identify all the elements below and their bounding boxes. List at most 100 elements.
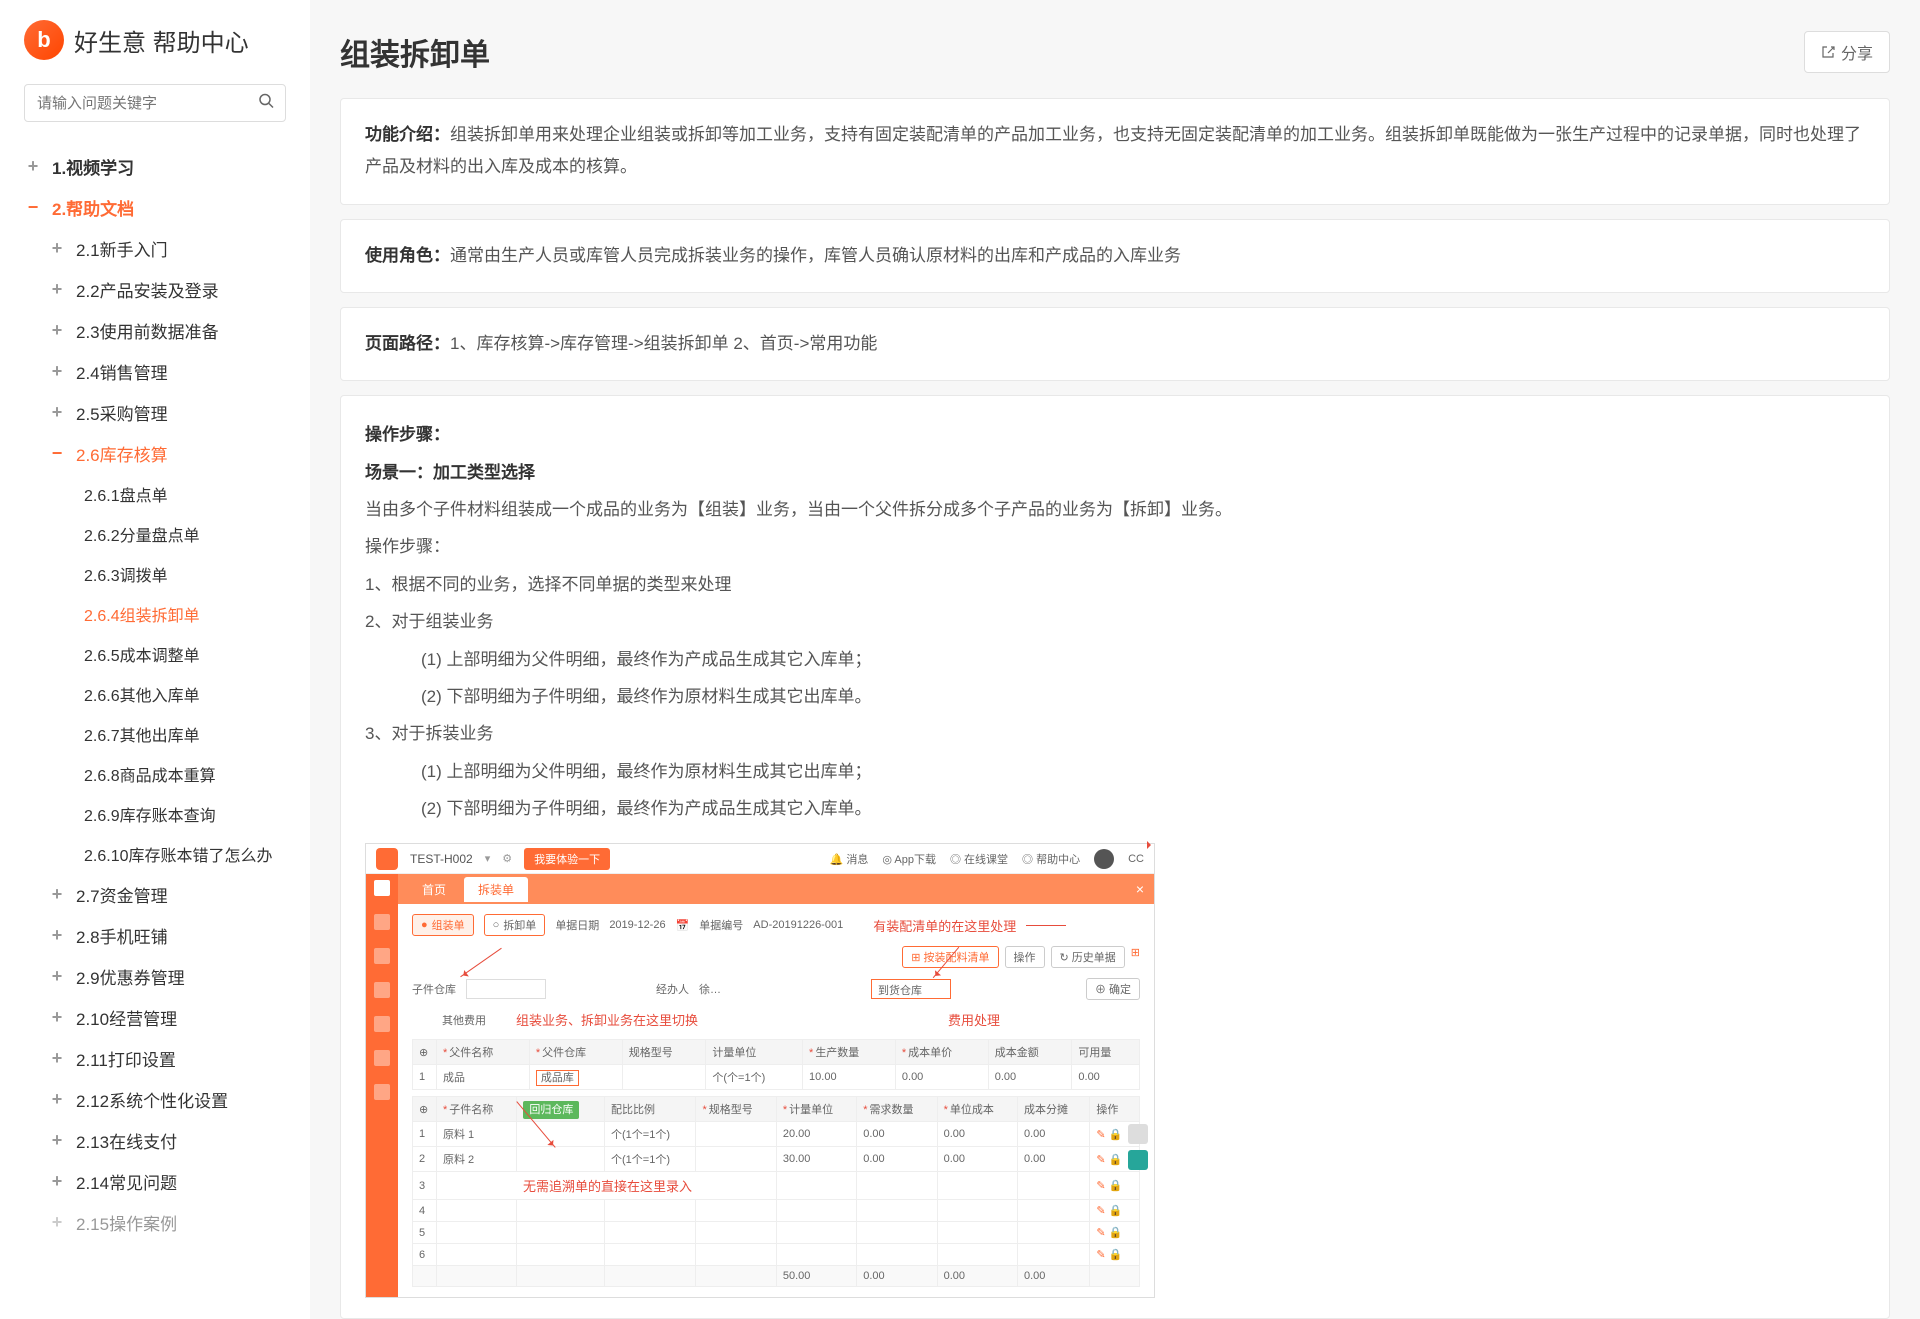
op-label: 操作步骤： <box>365 528 1865 565</box>
nav-2-13[interactable]: 2.13在线支付 <box>24 1120 286 1161</box>
share-icon <box>1821 45 1835 59</box>
plus-icon <box>48 1173 66 1191</box>
nav-2-6-2[interactable]: 2.6.2分量盘点单 <box>24 514 286 554</box>
table-row: 1原料 1个(1个=1个)20.000.000.000.00✎ 🔒 <box>413 1122 1140 1147</box>
search-input[interactable] <box>24 84 286 122</box>
ss-towh-input: 到货仓库 <box>871 979 951 999</box>
lock-icon: 🔒 <box>1109 1129 1123 1141</box>
nav-video[interactable]: 1.视频学习 <box>24 146 286 187</box>
nav-label: 2.6.10库存账本错了怎么办 <box>84 842 273 866</box>
th-op: 操作 <box>1090 1097 1140 1122</box>
nav-icon <box>374 914 390 930</box>
th-cost-unit: 成本单价 <box>895 1040 988 1065</box>
avatar-icon <box>1094 849 1114 869</box>
lock-icon: 🔒 <box>1109 1205 1123 1217</box>
lock-icon: 🔒 <box>1109 1249 1123 1261</box>
nav-docs[interactable]: 2.帮助文档 <box>24 187 286 228</box>
step3-1: (1) 上部明细为父件明细，最终作为原材料生成其它出库单； <box>365 753 1865 790</box>
nav-label: 2.帮助文档 <box>52 195 134 220</box>
ss-save-button: ⊕ 确定 <box>1086 978 1140 1000</box>
nav-label: 2.15操作案例 <box>76 1210 177 1235</box>
nav-2-12[interactable]: 2.12系统个性化设置 <box>24 1079 286 1120</box>
annotation-3: 费用处理 <box>948 1010 1000 1029</box>
nav-2-4[interactable]: 2.4销售管理 <box>24 351 286 392</box>
search-icon[interactable] <box>258 93 274 114</box>
nav-2-8[interactable]: 2.8手机旺铺 <box>24 915 286 956</box>
nav-label: 2.10经营管理 <box>76 1005 177 1030</box>
table-row: 4✎ 🔒 <box>413 1200 1140 1222</box>
nav-2-6-5[interactable]: 2.6.5成本调整单 <box>24 634 286 674</box>
nav-2-14[interactable]: 2.14常见问题 <box>24 1161 286 1202</box>
nav-label: 2.14常见问题 <box>76 1169 177 1194</box>
title-row: 组装拆卸单 分享 <box>340 0 1890 98</box>
nav-2-15[interactable]: 2.15操作案例 <box>24 1202 286 1243</box>
step3-2: (2) 下部明细为子件明细，最终作为产成品生成其它入库单。 <box>365 790 1865 827</box>
arrow-icon <box>1026 925 1066 926</box>
ss-topbar: TEST-H002 ▾ ⚙ 我要体验一下 🔔 消息 ◎ App下载 ◎ 在线课堂… <box>366 844 1154 874</box>
nav-2-6[interactable]: 2.6库存核算 <box>24 433 286 474</box>
th-child-wh: 回归仓库 <box>523 1101 579 1119</box>
th-unit2: 计量单位 <box>776 1097 856 1122</box>
nav-2-1[interactable]: 2.1新手入门 <box>24 228 286 269</box>
plus-icon <box>48 1091 66 1109</box>
th-wh: 父件仓库 <box>529 1040 622 1065</box>
nav-2-6-6[interactable]: 2.6.6其他入库单 <box>24 674 286 714</box>
nav-2-6-8[interactable]: 2.6.8商品成本重算 <box>24 754 286 794</box>
nav-2-6-9[interactable]: 2.6.9库存账本查询 <box>24 794 286 834</box>
edit-icon: ✎ <box>1096 1129 1105 1141</box>
th-avail: 可用量 <box>1072 1040 1140 1065</box>
share-label: 分享 <box>1841 40 1873 64</box>
annotation-4: 无需追溯单的直接在这里录入 <box>523 1179 692 1194</box>
nav-2-6-7[interactable]: 2.6.7其他出库单 <box>24 714 286 754</box>
plus-icon <box>48 240 66 258</box>
nav-2-6-1[interactable]: 2.6.1盘点单 <box>24 474 286 514</box>
embedded-screenshot: TEST-H002 ▾ ⚙ 我要体验一下 🔔 消息 ◎ App下载 ◎ 在线课堂… <box>365 843 1155 1298</box>
nav-label: 2.6.9库存账本查询 <box>84 802 216 826</box>
nav-2-2[interactable]: 2.2产品安装及登录 <box>24 269 286 310</box>
nav-icon <box>374 1084 390 1100</box>
nav-2-3[interactable]: 2.3使用前数据准备 <box>24 310 286 351</box>
annotation-1: 有装配清单的在这里处理 <box>873 916 1016 935</box>
plus-icon <box>48 886 66 904</box>
nav-label: 1.视频学习 <box>52 154 134 179</box>
nav-2-11[interactable]: 2.11打印设置 <box>24 1038 286 1079</box>
ss-tab-active: 拆装单 <box>464 877 528 902</box>
share-button[interactable]: 分享 <box>1804 31 1890 73</box>
ss-left-nav <box>366 874 398 1297</box>
main-content: 组装拆卸单 分享 功能介绍：组装拆卸单用来处理企业组装或拆卸等加工业务，支持有固… <box>310 0 1920 1319</box>
nav-2-10[interactable]: 2.10经营管理 <box>24 997 286 1038</box>
nav-2-7[interactable]: 2.7资金管理 <box>24 874 286 915</box>
lock-icon: 🔒 <box>1109 1154 1123 1166</box>
ss-fee-label: 其他费用 <box>442 1012 486 1028</box>
plus-icon <box>48 927 66 945</box>
ss-child-table: ⊕ 子件名称 回归仓库 配比比例 规格型号 计量单位 需求数量 单位成本 成本分… <box>412 1096 1140 1287</box>
minus-icon <box>24 199 42 217</box>
plus-icon <box>48 968 66 986</box>
th-spec: 规格型号 <box>622 1040 706 1065</box>
home-icon <box>374 880 390 896</box>
th-ratio: 配比比例 <box>605 1097 696 1122</box>
nav-2-5[interactable]: 2.5采购管理 <box>24 392 286 433</box>
content-card: 操作步骤： 场景一：加工类型选择 当由多个子件材料组装成一个成品的业务为【组装】… <box>340 395 1890 1319</box>
th-unit: 计量单位 <box>706 1040 803 1065</box>
lock-icon: 🔒 <box>1109 1227 1123 1239</box>
ss-user: CC <box>1128 853 1144 865</box>
nav-icon <box>374 982 390 998</box>
nav-label: 2.6库存核算 <box>76 441 168 466</box>
plus-icon <box>48 1132 66 1150</box>
nav-label: 2.6.6其他入库单 <box>84 682 200 706</box>
nav-2-9[interactable]: 2.9优惠券管理 <box>24 956 286 997</box>
ss-side-tools <box>1128 1124 1148 1170</box>
annotation-2: 组装业务、拆卸业务在这里切换 <box>516 1010 698 1029</box>
ss-top-right: 🔔 消息 ◎ App下载 ◎ 在线课堂 ◎ 帮助中心 CC <box>830 849 1144 869</box>
nav-label: 2.4销售管理 <box>76 359 168 384</box>
ss-maker-label: 经办人 <box>656 981 689 997</box>
steps-label: 操作步骤： <box>365 416 1865 453</box>
role-label: 使用角色： <box>365 246 450 265</box>
edit-icon: ✎ <box>1096 1249 1105 1261</box>
nav-label: 2.5采购管理 <box>76 400 168 425</box>
nav-2-6-3[interactable]: 2.6.3调拨单 <box>24 554 286 594</box>
nav-2-6-10[interactable]: 2.6.10库存账本错了怎么办 <box>24 834 286 874</box>
nav-2-6-4[interactable]: 2.6.4组装拆卸单 <box>24 594 286 634</box>
nav-label: 2.6.1盘点单 <box>84 482 168 506</box>
